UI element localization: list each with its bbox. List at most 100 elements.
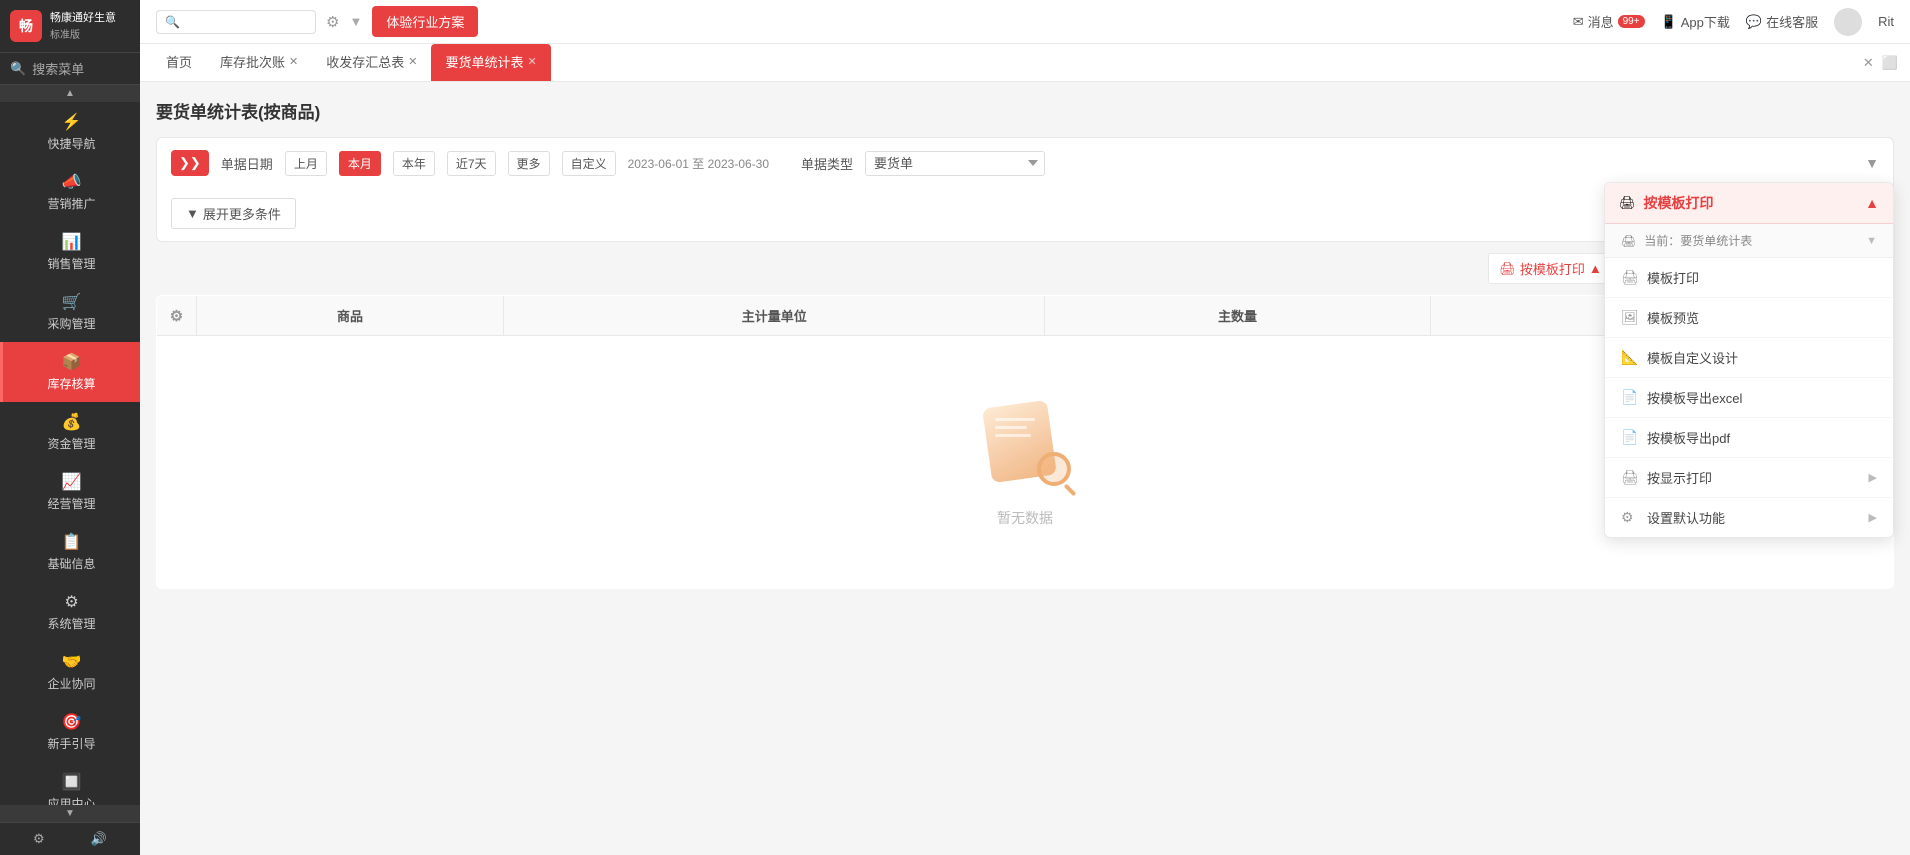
print-chevron-up: ▲	[1589, 261, 1602, 276]
print-label: 按模板打印	[1520, 259, 1585, 278]
dropdown-item-template-custom[interactable]: 📐 模板自定义设计	[1605, 338, 1893, 378]
message-icon: ✉	[1573, 14, 1584, 30]
app-center-label: 应用中心	[47, 795, 95, 805]
display-print-left: 🖨 按显示打印	[1621, 468, 1712, 487]
dropdown-header[interactable]: 🖨 按模板打印 ▲	[1605, 183, 1893, 224]
tab-inventory-batch-close[interactable]: ✕	[289, 55, 298, 68]
dropdown-item-export-excel[interactable]: 📄 按模板导出excel	[1605, 378, 1893, 418]
message-action[interactable]: ✉ 消息 99+	[1573, 12, 1645, 31]
tab-inventory-batch[interactable]: 库存批次账 ✕	[206, 44, 312, 81]
online-service-action[interactable]: 💬 在线客服	[1746, 12, 1818, 31]
tab-home-label: 首页	[166, 52, 192, 71]
inventory-icon: 📦	[62, 352, 82, 372]
speaker-bottom-icon[interactable]: 🔊	[91, 831, 107, 847]
topbar-search-box[interactable]: 🔍	[156, 10, 316, 34]
col-quantity: 主数量	[1045, 296, 1430, 336]
tab-close-all-icon[interactable]: ✕	[1863, 55, 1874, 71]
quick-nav-label: 快捷导航	[47, 135, 95, 152]
sidebar: 畅 畅康通好生意 标准版 🔍 搜索菜单 ▲ ⚡ 快捷导航 📣 营销推广 📊 销售…	[0, 0, 140, 855]
empty-scroll-line2	[995, 426, 1027, 429]
system-icon: ⚙	[64, 592, 78, 612]
tab-order-summary[interactable]: 要货单统计表 ✕	[431, 44, 550, 81]
basic-label: 基础信息	[47, 555, 95, 572]
sidebar-scroll-up-btn[interactable]: ▲	[0, 85, 140, 102]
tab-order-summary-close[interactable]: ✕	[528, 55, 537, 68]
print-template-button[interactable]: 🖨 按模板打印 ▲	[1488, 253, 1612, 284]
empty-text: 暂无数据	[997, 508, 1053, 528]
tab-home[interactable]: 首页	[152, 44, 206, 81]
app-download-action[interactable]: 📱 App下载	[1661, 12, 1730, 31]
current-template-label: 当前：要货单统计表	[1644, 232, 1858, 249]
sidebar-item-app-center[interactable]: 🔲 应用中心	[0, 762, 140, 805]
page-title: 要货单统计表(按商品)	[156, 98, 1894, 123]
sidebar-search[interactable]: 🔍 搜索菜单	[0, 53, 140, 85]
sidebar-item-purchase[interactable]: 🛒 采购管理	[0, 282, 140, 342]
date-btn-current-year[interactable]: 本年	[393, 151, 435, 176]
table-settings-icon[interactable]: ⚙	[170, 308, 183, 325]
export-excel-label: 按模板导出excel	[1647, 388, 1742, 407]
user-avatar[interactable]	[1834, 8, 1862, 36]
purchase-label: 采购管理	[47, 315, 95, 332]
tab-collection-summary-close[interactable]: ✕	[408, 55, 417, 68]
date-btn-7days[interactable]: 近7天	[447, 151, 496, 176]
sidebar-item-system[interactable]: ⚙ 系统管理	[0, 582, 140, 642]
app-download-label: App下载	[1681, 12, 1730, 31]
topbar-dropdown-icon[interactable]: ▼	[349, 14, 362, 29]
tabs-bar: 首页 库存批次账 ✕ 收发存汇总表 ✕ 要货单统计表 ✕ ✕ ⬜	[140, 44, 1910, 82]
topbar-gear-icon[interactable]: ⚙	[326, 13, 339, 31]
date-btn-last-month[interactable]: 上月	[285, 151, 327, 176]
tabs-right-controls: ✕ ⬜	[1863, 55, 1898, 71]
finance-icon: 💰	[62, 412, 82, 432]
demo-button[interactable]: 体验行业方案	[372, 6, 478, 37]
empty-scroll-line3	[995, 434, 1031, 437]
date-btn-current-month[interactable]: 本月	[339, 151, 381, 176]
dropdown-item-set-default[interactable]: ⚙ 设置默认功能 ▶	[1605, 498, 1893, 537]
tab-maximize-icon[interactable]: ⬜	[1882, 55, 1898, 71]
sidebar-item-marketing[interactable]: 📣 营销推广	[0, 162, 140, 222]
dropdown-item-display-print[interactable]: 🖨 按显示打印 ▶	[1605, 458, 1893, 498]
online-service-icon: 💬	[1746, 14, 1762, 30]
scroll-up-button[interactable]: ▲	[0, 85, 140, 102]
type-select[interactable]: 要货单	[865, 151, 1045, 176]
sidebar-item-quick-nav[interactable]: ⚡ 快捷导航	[0, 102, 140, 162]
dropdown-item-export-pdf[interactable]: 📄 按模板导出pdf	[1605, 418, 1893, 458]
dropdown-title-label: 按模板打印	[1644, 193, 1858, 213]
sidebar-bottom: ⚙ 🔊	[0, 822, 140, 855]
sidebar-item-inventory[interactable]: 📦 库存核算	[0, 342, 140, 402]
sidebar-item-enterprise[interactable]: 🤝 企业协同	[0, 642, 140, 702]
main-area: 🔍 ⚙ ▼ 体验行业方案 ✉ 消息 99+ 📱 App下载 💬 在线客服 Rit	[140, 0, 1910, 855]
scroll-down-button[interactable]: ▼	[0, 805, 140, 822]
sales-icon: 📊	[62, 232, 82, 252]
message-badge: 99+	[1618, 15, 1645, 28]
expand-btn-label: 展开更多条件	[203, 204, 281, 223]
sidebar-item-guide[interactable]: 🎯 新手引导	[0, 702, 140, 762]
sidebar-item-finance[interactable]: 💰 资金管理	[0, 402, 140, 462]
empty-magnifier-handle	[1064, 484, 1077, 497]
template-custom-label: 模板自定义设计	[1647, 348, 1738, 367]
template-preview-icon: 🖼	[1621, 309, 1637, 326]
inventory-label: 库存核算	[47, 375, 95, 392]
sidebar-item-basic[interactable]: 📋 基础信息	[0, 522, 140, 582]
app-name: 畅康通好生意	[50, 11, 116, 26]
settings-bottom-icon[interactable]: ⚙	[33, 831, 45, 847]
date-btn-custom[interactable]: 自定义	[562, 151, 616, 176]
guide-icon: 🎯	[62, 712, 82, 732]
tab-order-summary-label: 要货单统计表	[445, 52, 523, 71]
app-center-icon: 🔲	[62, 772, 82, 792]
filter-toggle-button[interactable]: ❯❯	[171, 150, 209, 176]
dropdown-item-template-preview[interactable]: 🖼 模板预览	[1605, 298, 1893, 338]
filter-dropdown-icon[interactable]: ▼	[1865, 155, 1879, 171]
date-btn-more[interactable]: 更多	[508, 151, 550, 176]
search-icon: 🔍	[10, 61, 26, 77]
sidebar-item-operations[interactable]: 📈 经营管理	[0, 462, 140, 522]
template-preview-label: 模板预览	[1647, 308, 1699, 327]
dropdown-item-template-print[interactable]: 🖨 模板打印	[1605, 258, 1893, 298]
tab-collection-summary[interactable]: 收发存汇总表 ✕	[312, 44, 431, 81]
dropdown-chevron-icon: ▲	[1865, 195, 1879, 211]
date-range-display: 2023-06-01 至 2023-06-30	[628, 155, 769, 172]
expand-more-btn[interactable]: ▼ 展开更多条件	[171, 198, 296, 229]
sidebar-scroll-down-btn[interactable]: ▼	[0, 805, 140, 822]
sidebar-item-sales[interactable]: 📊 销售管理	[0, 222, 140, 282]
operations-icon: 📈	[62, 472, 82, 492]
purchase-icon: 🛒	[62, 292, 82, 312]
